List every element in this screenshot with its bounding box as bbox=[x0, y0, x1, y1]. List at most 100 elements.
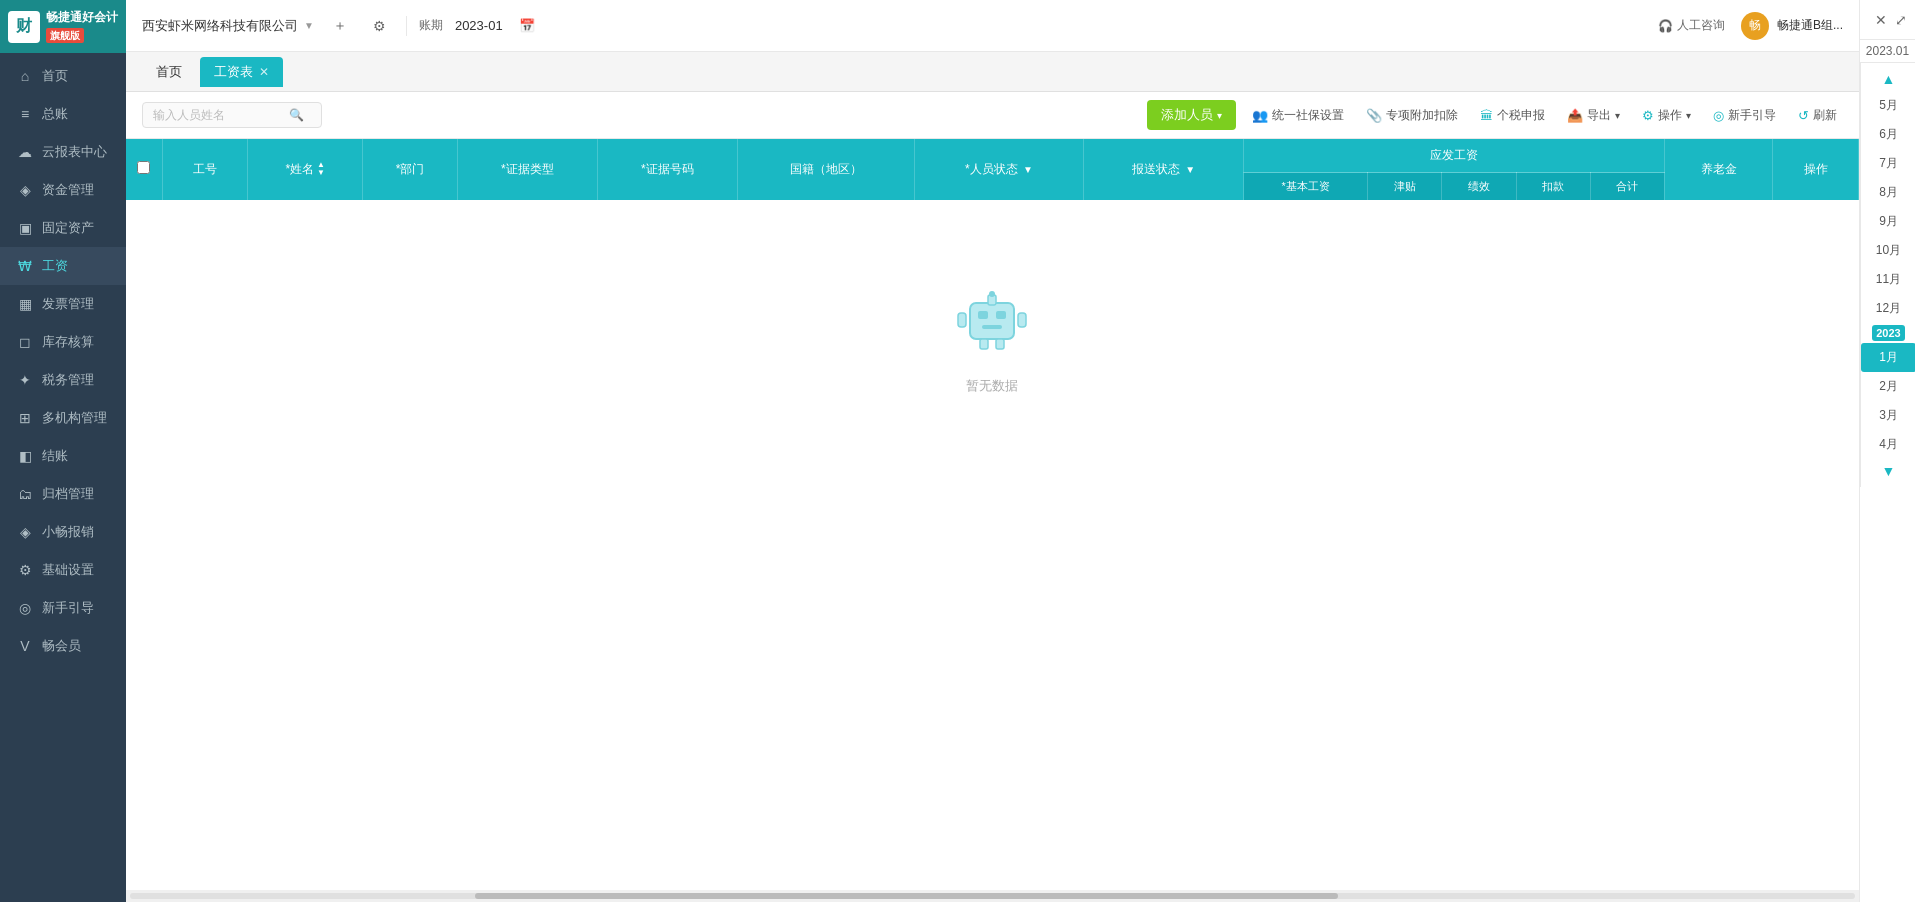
th-checkbox[interactable] bbox=[126, 139, 162, 200]
company-name: 西安虾米网络科技有限公司 bbox=[142, 17, 298, 35]
month-item-12[interactable]: 12月 bbox=[1861, 294, 1915, 323]
report-status-filter-icon[interactable]: ▼ bbox=[1185, 164, 1195, 175]
sort-arrows-name[interactable]: ▲▼ bbox=[317, 161, 325, 177]
month-item-4[interactable]: 4月 bbox=[1861, 430, 1915, 459]
personal-tax-icon: 🏛 bbox=[1480, 108, 1493, 123]
sidebar-item-ledger[interactable]: ≡ 总账 bbox=[0, 95, 126, 133]
ledger-icon: ≡ bbox=[16, 106, 34, 122]
month-item-5[interactable]: 5月 bbox=[1861, 91, 1915, 120]
month-item-9[interactable]: 9月 bbox=[1861, 207, 1915, 236]
panel-expand-button[interactable]: ⤢ bbox=[1895, 12, 1907, 28]
th-base-salary: *基本工资 bbox=[1244, 173, 1368, 201]
th-report-status[interactable]: 报送状态 ▼ bbox=[1083, 139, 1243, 200]
calendar-icon[interactable]: 📅 bbox=[519, 18, 535, 33]
sidebar-item-tax[interactable]: ✦ 税务管理 bbox=[0, 361, 126, 399]
add-person-dropdown-icon: ▾ bbox=[1217, 110, 1222, 121]
user-avatar: 畅 bbox=[1741, 12, 1769, 40]
guide-button[interactable]: ◎ 新手引导 bbox=[1707, 103, 1782, 128]
sidebar-item-fund[interactable]: ◈ 资金管理 bbox=[0, 171, 126, 209]
empty-text: 暂无数据 bbox=[966, 377, 1018, 395]
svg-point-5 bbox=[989, 291, 995, 297]
company-settings-button[interactable]: ⚙ bbox=[366, 12, 394, 40]
month-item-7[interactable]: 7月 bbox=[1861, 149, 1915, 178]
customer-service-button[interactable]: 🎧 人工咨询 bbox=[1658, 17, 1725, 34]
sidebar-item-home[interactable]: ⌂ 首页 bbox=[0, 57, 126, 95]
empty-state: 暂无数据 bbox=[126, 201, 1859, 475]
bottom-scrollbar[interactable] bbox=[126, 890, 1859, 902]
th-name[interactable]: *姓名 ▲▼ bbox=[248, 139, 363, 200]
company-dropdown-icon: ▼ bbox=[304, 20, 314, 31]
sidebar-item-multi-org[interactable]: ⊞ 多机构管理 bbox=[0, 399, 126, 437]
sidebar-item-close[interactable]: ◧ 结账 bbox=[0, 437, 126, 475]
sidebar-item-fixed-assets[interactable]: ▣ 固定资产 bbox=[0, 209, 126, 247]
sidebar-item-label: 税务管理 bbox=[42, 371, 94, 389]
home-icon: ⌂ bbox=[16, 68, 34, 84]
sidebar-item-archive[interactable]: 🗂 归档管理 bbox=[0, 475, 126, 513]
sidebar-item-label: 归档管理 bbox=[42, 485, 94, 503]
sidebar-nav: ⌂ 首页 ≡ 总账 ☁ 云报表中心 ◈ 资金管理 ▣ 固定资产 ₩ 工资 ▦ 发… bbox=[0, 53, 126, 902]
month-item-8[interactable]: 8月 bbox=[1861, 178, 1915, 207]
personal-tax-button[interactable]: 🏛 个税申报 bbox=[1474, 103, 1551, 128]
sidebar-item-expense[interactable]: ◈ 小畅报销 bbox=[0, 513, 126, 551]
th-performance: 绩效 bbox=[1442, 173, 1516, 201]
refresh-icon: ↺ bbox=[1798, 108, 1809, 123]
header-divider bbox=[406, 16, 407, 36]
special-deduction-button[interactable]: 📎 专项附加扣除 bbox=[1360, 103, 1464, 128]
year-badge: 2023 bbox=[1872, 325, 1904, 341]
th-dept: *部门 bbox=[363, 139, 457, 200]
sidebar-item-label: 云报表中心 bbox=[42, 143, 107, 161]
th-id-type: *证据类型 bbox=[457, 139, 597, 200]
sidebar-item-label: 库存核算 bbox=[42, 333, 94, 351]
status-filter-icon[interactable]: ▼ bbox=[1023, 164, 1033, 175]
add-company-button[interactable]: ＋ bbox=[326, 12, 354, 40]
th-id-no: *证据号码 bbox=[597, 139, 737, 200]
sidebar-item-cloud-report[interactable]: ☁ 云报表中心 bbox=[0, 133, 126, 171]
company-selector[interactable]: 西安虾米网络科技有限公司 ▼ bbox=[142, 17, 314, 35]
export-dropdown-icon: ▾ bbox=[1615, 110, 1620, 121]
operations-icon: ⚙ bbox=[1642, 108, 1654, 123]
sidebar-item-salary[interactable]: ₩ 工资 bbox=[0, 247, 126, 285]
search-input[interactable] bbox=[153, 108, 283, 122]
panel-header: ✕ ⤢ bbox=[1860, 0, 1915, 40]
month-item-10[interactable]: 10月 bbox=[1861, 236, 1915, 265]
panel-close-button[interactable]: ✕ bbox=[1875, 12, 1887, 28]
tab-close-icon[interactable]: ✕ bbox=[259, 65, 269, 79]
month-item-3[interactable]: 3月 bbox=[1861, 401, 1915, 430]
export-button[interactable]: 📤 导出 ▾ bbox=[1561, 103, 1626, 128]
logo-text: 畅捷通好会计 旗舰版 bbox=[46, 10, 118, 43]
scroll-up-arrow[interactable]: ▲ bbox=[1878, 67, 1900, 91]
sidebar-item-inventory[interactable]: ◻ 库存核算 bbox=[0, 323, 126, 361]
archive-icon: 🗂 bbox=[16, 486, 34, 502]
month-item-6[interactable]: 6月 bbox=[1861, 120, 1915, 149]
year-panel-wrapper: ✕ ⤢ 2023.01 ▲ 5月 6月 7月 8月 9月 10月 11月 12月… bbox=[1859, 0, 1915, 902]
tab-salary-table[interactable]: 工资表 ✕ bbox=[200, 57, 283, 87]
social-security-button[interactable]: 👥 统一社保设置 bbox=[1246, 103, 1350, 128]
th-deduction: 扣款 bbox=[1516, 173, 1590, 201]
sidebar-item-member[interactable]: V 畅会员 bbox=[0, 627, 126, 665]
sidebar-item-invoice[interactable]: ▦ 发票管理 bbox=[0, 285, 126, 323]
sidebar-item-guide[interactable]: ◎ 新手引导 bbox=[0, 589, 126, 627]
th-status[interactable]: *人员状态 ▼ bbox=[914, 139, 1083, 200]
expense-icon: ◈ bbox=[16, 524, 34, 540]
scrollbar-track bbox=[130, 893, 1855, 899]
month-item-1[interactable]: 1月 bbox=[1861, 343, 1915, 372]
search-input-wrapper[interactable]: 🔍 bbox=[142, 102, 322, 128]
sidebar-item-label: 发票管理 bbox=[42, 295, 94, 313]
month-item-2[interactable]: 2月 bbox=[1861, 372, 1915, 401]
user-info: 畅 畅捷通B组... bbox=[1741, 12, 1843, 40]
sidebar-item-settings[interactable]: ⚙ 基础设置 bbox=[0, 551, 126, 589]
member-icon: V bbox=[16, 638, 34, 654]
toolbar-right: 添加人员 ▾ 👥 统一社保设置 📎 专项附加扣除 🏛 个税申报 📤 导出 ▾ bbox=[1147, 100, 1843, 130]
month-item-11[interactable]: 11月 bbox=[1861, 265, 1915, 294]
add-person-button[interactable]: 添加人员 ▾ bbox=[1147, 100, 1236, 130]
tab-home[interactable]: 首页 bbox=[142, 57, 196, 87]
fund-icon: ◈ bbox=[16, 182, 34, 198]
service-label: 人工咨询 bbox=[1677, 17, 1725, 34]
scroll-down-arrow[interactable]: ▼ bbox=[1878, 459, 1900, 483]
guide-icon: ◎ bbox=[16, 600, 34, 616]
main-content: 西安虾米网络科技有限公司 ▼ ＋ ⚙ 账期 2023-01 📅 🎧 人工咨询 畅… bbox=[126, 0, 1859, 902]
salary-icon: ₩ bbox=[16, 258, 34, 274]
refresh-button[interactable]: ↺ 刷新 bbox=[1792, 103, 1843, 128]
select-all-checkbox[interactable] bbox=[137, 161, 150, 174]
operations-button[interactable]: ⚙ 操作 ▾ bbox=[1636, 103, 1697, 128]
